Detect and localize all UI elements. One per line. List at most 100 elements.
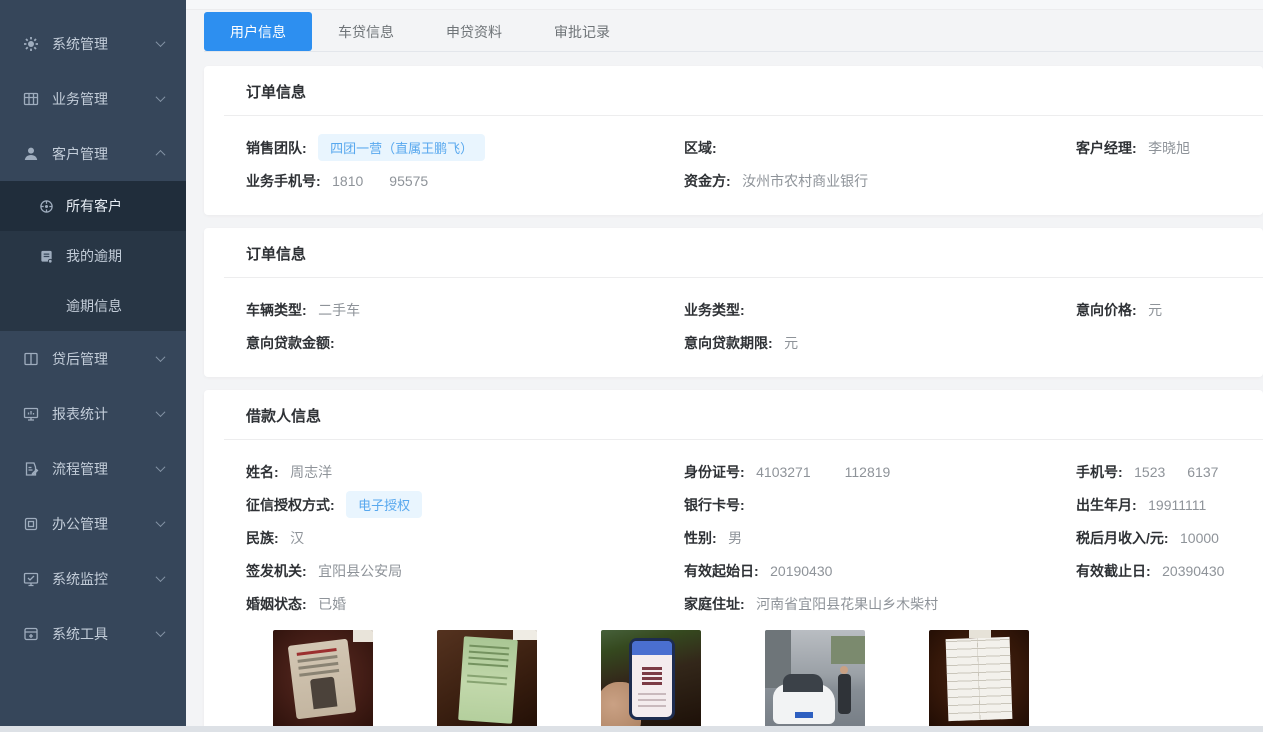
borrower-photos: 本人照片 智能认证照片 授权记录 xyxy=(273,630,1263,732)
chevron-down-icon xyxy=(156,352,166,362)
field-value: 二手车 xyxy=(318,302,360,318)
field-value: 汉 xyxy=(290,530,304,546)
sales-team-tag[interactable]: 四团一营（直属王鹏飞） xyxy=(318,134,485,161)
grid-icon xyxy=(22,90,39,107)
sidebar-item-office-management[interactable]: 办公管理 xyxy=(0,496,186,551)
sidebar: 系统管理 业务管理 客户管理 所有客户 我的逾期 逾期信息 xyxy=(0,0,186,726)
chevron-down-icon xyxy=(156,462,166,472)
wheel-icon xyxy=(38,198,54,214)
sidebar-item-customer-management[interactable]: 客户管理 xyxy=(0,126,186,181)
field-id-number: 身份证号: 4103271112819 xyxy=(684,462,1076,482)
field-funder: 资金方: 汝州市农村商业银行 xyxy=(684,171,1076,191)
chevron-down-icon xyxy=(156,92,166,102)
field-mobile: 手机号: 15236137 xyxy=(1076,462,1263,482)
user-icon xyxy=(22,145,39,162)
detail-tabs: 用户信息 车贷信息 申贷资料 审批记录 xyxy=(204,12,1263,52)
field-label: 家庭住址: xyxy=(684,596,745,612)
gear-icon xyxy=(22,35,39,52)
field-label: 银行卡号: xyxy=(684,497,745,513)
photo-qr-authorization[interactable] xyxy=(601,630,701,730)
field-ethnicity: 民族: 汉 xyxy=(246,528,684,548)
field-label: 征信授权方式: xyxy=(246,497,335,513)
sidebar-item-system-management[interactable]: 系统管理 xyxy=(0,16,186,71)
sidebar-item-my-overdue[interactable]: 我的逾期 xyxy=(0,231,186,281)
redaction-block xyxy=(1165,464,1187,479)
chevron-down-icon xyxy=(156,37,166,47)
photo-person-with-car[interactable] xyxy=(765,630,865,730)
sidebar-item-process-management[interactable]: 流程管理 xyxy=(0,441,186,496)
field-value: 20390430 xyxy=(1162,563,1224,579)
tab-approval-records[interactable]: 审批记录 xyxy=(528,12,636,51)
top-strip xyxy=(186,0,1263,10)
sidebar-item-system-tools[interactable]: 系统工具 xyxy=(0,606,186,661)
sidebar-item-label: 流程管理 xyxy=(52,459,108,479)
redaction-block xyxy=(363,173,389,188)
field-value: 20190430 xyxy=(770,563,832,579)
field-value: 李晓旭 xyxy=(1148,140,1190,156)
chevron-down-icon xyxy=(156,627,166,637)
field-home-address: 家庭住址: 河南省宜阳县花果山乡木柴村 xyxy=(684,594,1076,614)
field-label: 车辆类型: xyxy=(246,302,307,318)
field-value: 河南省宜阳县花果山乡木柴村 xyxy=(756,596,938,612)
sidebar-item-label: 逾期信息 xyxy=(66,296,122,316)
field-value: 15236137 xyxy=(1134,464,1218,480)
sidebar-item-label: 贷后管理 xyxy=(52,349,108,369)
sidebar-item-report-statistics[interactable]: 报表统计 xyxy=(0,386,186,441)
photo-document[interactable] xyxy=(929,630,1029,730)
field-valid-to: 有效截止日: 20390430 xyxy=(1076,561,1263,581)
field-intent-price: 意向价格: 元 xyxy=(1076,300,1263,320)
tab-loan-application-docs[interactable]: 申贷资料 xyxy=(420,12,528,51)
field-value: 19911111 xyxy=(1148,497,1206,513)
sidebar-item-label: 业务管理 xyxy=(52,89,108,109)
field-label: 身份证号: xyxy=(684,464,745,480)
notebook-icon xyxy=(38,248,54,264)
field-marital-status: 婚姻状态: 已婚 xyxy=(246,594,684,614)
field-value: 宜阳县公安局 xyxy=(318,563,402,579)
field-business-phone: 业务手机号: 181095575 xyxy=(246,171,684,191)
sidebar-item-postloan-management[interactable]: 贷后管理 xyxy=(0,331,186,386)
field-label: 资金方: xyxy=(684,173,731,189)
document-edit-icon xyxy=(22,460,39,477)
field-name: 姓名: 周志洋 xyxy=(246,462,684,482)
chevron-down-icon xyxy=(156,572,166,582)
sidebar-item-label: 报表统计 xyxy=(52,404,108,424)
field-value: 男 xyxy=(728,530,742,546)
chevron-down-icon xyxy=(156,517,166,527)
field-vehicle-type: 车辆类型: 二手车 xyxy=(246,300,684,320)
credit-auth-tag[interactable]: 电子授权 xyxy=(346,491,422,518)
sidebar-item-overdue-info[interactable]: 逾期信息 xyxy=(0,281,186,331)
sidebar-item-all-customers[interactable]: 所有客户 xyxy=(0,181,186,231)
field-region: 区域: xyxy=(684,138,1076,158)
field-label: 出生年月: xyxy=(1076,497,1137,513)
sidebar-item-business-management[interactable]: 业务管理 xyxy=(0,71,186,126)
tab-car-loan-info[interactable]: 车贷信息 xyxy=(312,12,420,51)
redaction-block xyxy=(811,464,845,479)
photo-green-booklet[interactable] xyxy=(437,630,537,730)
tab-user-info[interactable]: 用户信息 xyxy=(204,12,312,51)
field-label: 姓名: xyxy=(246,464,279,480)
sidebar-item-system-monitor[interactable]: 系统监控 xyxy=(0,551,186,606)
sidebar-item-label: 客户管理 xyxy=(52,144,108,164)
field-label: 有效起始日: xyxy=(684,563,759,579)
field-intent-loan-term: 意向贷款期限: 元 xyxy=(684,333,1076,353)
field-value: 周志洋 xyxy=(290,464,332,480)
field-credit-auth-method: 征信授权方式: 电子授权 xyxy=(246,491,684,518)
field-business-type: 业务类型: xyxy=(684,300,1076,320)
box-plus-icon xyxy=(22,625,39,642)
order-info-card-2: 订单信息 车辆类型: 二手车 业务类型: 意向价格: 元 意向贷款金额 xyxy=(204,228,1263,377)
chevron-down-icon xyxy=(156,407,166,417)
horizontal-scrollbar[interactable] xyxy=(0,726,1263,732)
photo-id-card[interactable] xyxy=(273,630,373,730)
field-issuing-authority: 签发机关: 宜阳县公安局 xyxy=(246,561,684,581)
field-label: 意向贷款金额: xyxy=(246,335,335,351)
field-label: 客户经理: xyxy=(1076,140,1137,156)
sidebar-item-label: 系统监控 xyxy=(52,569,108,589)
field-label: 婚姻状态: xyxy=(246,596,307,612)
field-label: 民族: xyxy=(246,530,279,546)
field-label: 销售团队: xyxy=(246,140,307,156)
field-bank-card: 银行卡号: xyxy=(684,495,1076,515)
field-label: 区域: xyxy=(684,140,717,156)
field-valid-from: 有效起始日: 20190430 xyxy=(684,561,1076,581)
field-label: 性别: xyxy=(684,530,717,546)
field-label: 有效截止日: xyxy=(1076,563,1151,579)
